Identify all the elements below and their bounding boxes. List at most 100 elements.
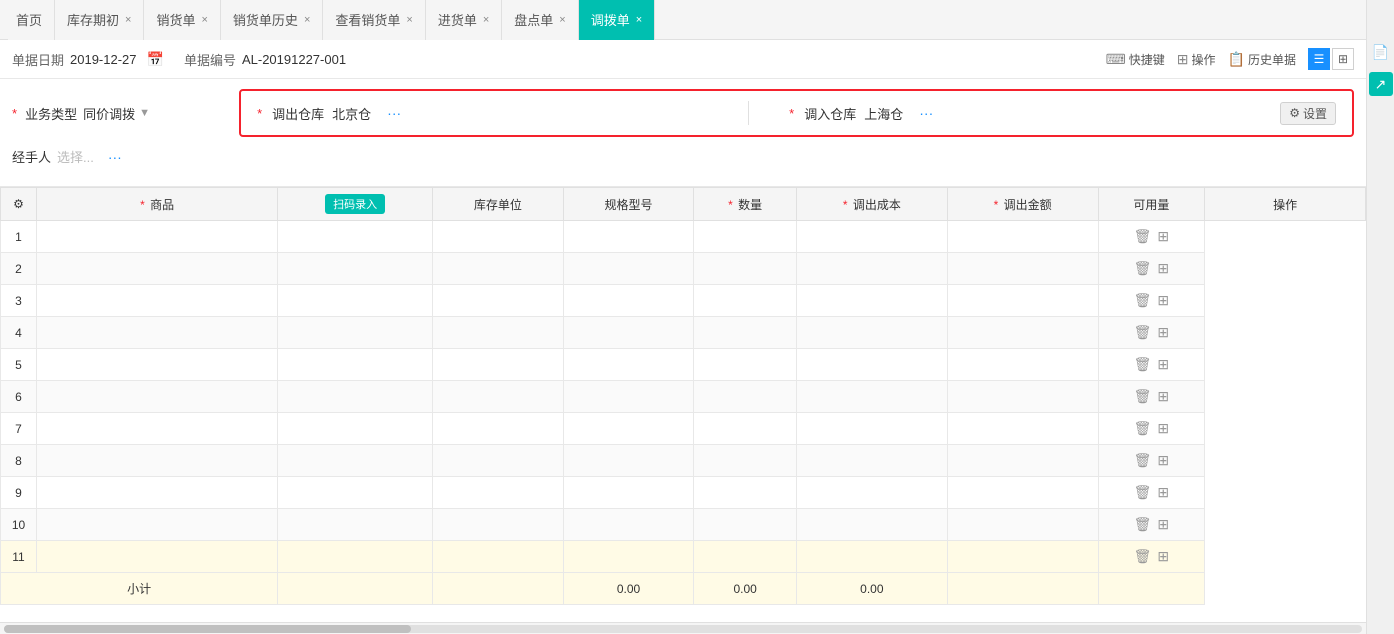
transfer-out-more-icon[interactable]: ··· bbox=[387, 105, 401, 121]
row-quantity-7[interactable] bbox=[563, 413, 694, 445]
row-available-6[interactable] bbox=[947, 381, 1098, 413]
row-spec-9[interactable] bbox=[433, 477, 564, 509]
row-available-7[interactable] bbox=[947, 413, 1098, 445]
tab-close-inventory-check[interactable]: × bbox=[559, 14, 565, 26]
row-unit-6[interactable] bbox=[278, 381, 433, 413]
row-available-9[interactable] bbox=[947, 477, 1098, 509]
row-amount-4[interactable] bbox=[796, 317, 947, 349]
row-spec-2[interactable] bbox=[433, 253, 564, 285]
th-settings[interactable]: ⚙ bbox=[1, 188, 37, 221]
delete-icon-6[interactable]: 🗑 bbox=[1134, 388, 1152, 405]
row-available-5[interactable] bbox=[947, 349, 1098, 381]
tab-sales-history[interactable]: 销货单历史 × bbox=[221, 0, 323, 40]
copy-icon-6[interactable]: ⊞ bbox=[1157, 388, 1169, 405]
tab-purchase-order[interactable]: 进货单 × bbox=[426, 0, 502, 40]
row-unit-8[interactable] bbox=[278, 445, 433, 477]
row-amount-8[interactable] bbox=[796, 445, 947, 477]
delete-icon-10[interactable]: 🗑 bbox=[1134, 516, 1152, 533]
row-product-7[interactable] bbox=[37, 413, 278, 445]
row-quantity-4[interactable] bbox=[563, 317, 694, 349]
row-product-3[interactable] bbox=[37, 285, 278, 317]
copy-icon-9[interactable]: ⊞ bbox=[1157, 484, 1169, 501]
row-available-10[interactable] bbox=[947, 509, 1098, 541]
history-button[interactable]: 📋 历史单据 bbox=[1228, 51, 1296, 68]
row-amount-6[interactable] bbox=[796, 381, 947, 413]
row-product-6[interactable] bbox=[37, 381, 278, 413]
tab-inventory-init[interactable]: 库存期初 × bbox=[55, 0, 144, 40]
row-quantity-1[interactable] bbox=[563, 221, 694, 253]
delete-icon-9[interactable]: 🗑 bbox=[1134, 484, 1152, 501]
row-cost-5[interactable] bbox=[694, 349, 797, 381]
copy-icon-11[interactable]: ⊞ bbox=[1157, 548, 1169, 565]
delete-icon-8[interactable]: 🗑 bbox=[1134, 452, 1152, 469]
tab-inventory-check[interactable]: 盘点单 × bbox=[502, 0, 578, 40]
row-available-4[interactable] bbox=[947, 317, 1098, 349]
view-btn-list[interactable]: ☰ bbox=[1308, 48, 1330, 70]
copy-icon-2[interactable]: ⊞ bbox=[1157, 260, 1169, 277]
transfer-in-more-icon[interactable]: ··· bbox=[919, 105, 933, 121]
row-cost-1[interactable] bbox=[694, 221, 797, 253]
row-quantity-2[interactable] bbox=[563, 253, 694, 285]
row-product-1[interactable] bbox=[37, 221, 278, 253]
row-amount-2[interactable] bbox=[796, 253, 947, 285]
row-cost-7[interactable] bbox=[694, 413, 797, 445]
copy-icon-8[interactable]: ⊞ bbox=[1157, 452, 1169, 469]
operations-button[interactable]: ⊞ 操作 bbox=[1177, 51, 1216, 68]
business-type-dropdown-icon[interactable]: ▼ bbox=[139, 107, 150, 119]
row-unit-9[interactable] bbox=[278, 477, 433, 509]
row-product-8[interactable] bbox=[37, 445, 278, 477]
row-unit-2[interactable] bbox=[278, 253, 433, 285]
tab-close-purchase-order[interactable]: × bbox=[483, 14, 489, 26]
row-unit-5[interactable] bbox=[278, 349, 433, 381]
scroll-thumb[interactable] bbox=[4, 625, 411, 633]
row-amount-9[interactable] bbox=[796, 477, 947, 509]
tab-close-inventory-init[interactable]: × bbox=[125, 14, 131, 26]
row-spec-4[interactable] bbox=[433, 317, 564, 349]
row-amount-5[interactable] bbox=[796, 349, 947, 381]
copy-icon-10[interactable]: ⊞ bbox=[1157, 516, 1169, 533]
row-quantity-9[interactable] bbox=[563, 477, 694, 509]
row-unit-4[interactable] bbox=[278, 317, 433, 349]
row-spec-1[interactable] bbox=[433, 221, 564, 253]
row-product-2[interactable] bbox=[37, 253, 278, 285]
transfer-in-value[interactable]: 上海仓 bbox=[864, 104, 903, 123]
tab-close-transfer-order[interactable]: × bbox=[636, 14, 642, 26]
delete-icon-2[interactable]: 🗑 bbox=[1134, 260, 1152, 277]
row-spec-5[interactable] bbox=[433, 349, 564, 381]
row-product-10[interactable] bbox=[37, 509, 278, 541]
scan-button[interactable]: 扫码录入 bbox=[325, 194, 385, 214]
row-amount-3[interactable] bbox=[796, 285, 947, 317]
row-spec-10[interactable] bbox=[433, 509, 564, 541]
sidebar-document-icon[interactable]: 📄 bbox=[1369, 40, 1393, 64]
row-product-9[interactable] bbox=[37, 477, 278, 509]
row-amount-10[interactable] bbox=[796, 509, 947, 541]
th-scan[interactable]: 扫码录入 bbox=[278, 188, 433, 221]
copy-icon-7[interactable]: ⊞ bbox=[1157, 420, 1169, 437]
row-amount-7[interactable] bbox=[796, 413, 947, 445]
row-unit-7[interactable] bbox=[278, 413, 433, 445]
bottom-scroll[interactable] bbox=[0, 622, 1366, 634]
view-btn-grid[interactable]: ⊞ bbox=[1332, 48, 1354, 70]
row-quantity-10[interactable] bbox=[563, 509, 694, 541]
calendar-icon[interactable]: 📅 bbox=[147, 51, 164, 68]
copy-icon-3[interactable]: ⊞ bbox=[1157, 292, 1169, 309]
row-spec-11[interactable] bbox=[433, 541, 564, 573]
row-spec-3[interactable] bbox=[433, 285, 564, 317]
row-quantity-5[interactable] bbox=[563, 349, 694, 381]
tab-close-sales-history[interactable]: × bbox=[304, 14, 310, 26]
row-cost-8[interactable] bbox=[694, 445, 797, 477]
tab-close-view-sales[interactable]: × bbox=[406, 14, 412, 26]
row-spec-8[interactable] bbox=[433, 445, 564, 477]
row-product-11[interactable] bbox=[37, 541, 278, 573]
row-amount-11[interactable] bbox=[796, 541, 947, 573]
tab-transfer-order[interactable]: 调拨单 × bbox=[579, 0, 655, 40]
handler-more-icon[interactable]: ··· bbox=[108, 149, 122, 165]
row-unit-11[interactable] bbox=[278, 541, 433, 573]
row-cost-6[interactable] bbox=[694, 381, 797, 413]
row-cost-11[interactable] bbox=[694, 541, 797, 573]
tab-home[interactable]: 首页 bbox=[8, 0, 55, 40]
row-product-5[interactable] bbox=[37, 349, 278, 381]
row-cost-2[interactable] bbox=[694, 253, 797, 285]
row-available-8[interactable] bbox=[947, 445, 1098, 477]
tab-sales-order[interactable]: 销货单 × bbox=[144, 0, 220, 40]
